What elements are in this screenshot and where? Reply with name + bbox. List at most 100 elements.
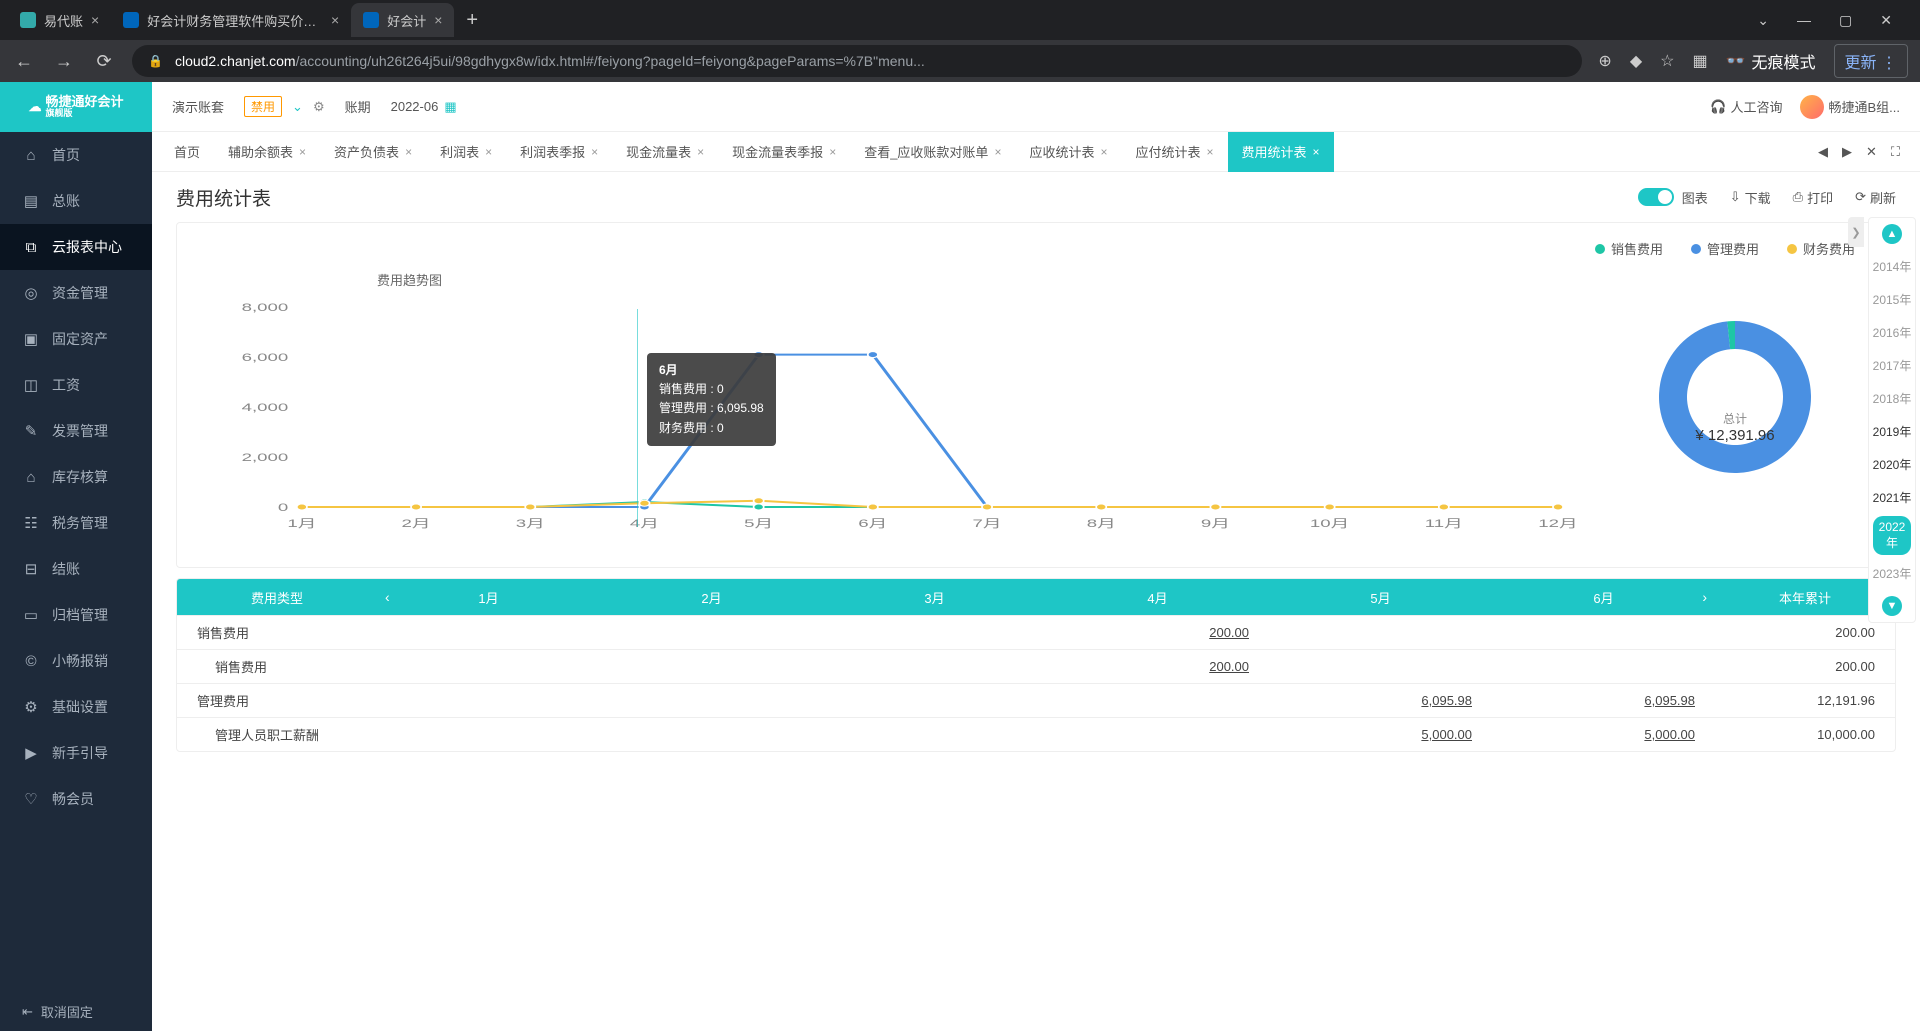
disable-tag[interactable]: 禁用	[244, 96, 282, 117]
year-option[interactable]: 2014年	[1869, 250, 1915, 283]
reload-button[interactable]: ⟳	[92, 51, 116, 72]
year-option[interactable]: 2015年	[1869, 283, 1915, 316]
close-window-button[interactable]: ✕	[1880, 12, 1892, 29]
account-name[interactable]: 演示账套	[172, 97, 224, 116]
sidebar-item-12[interactable]: ⚙基础设置	[0, 684, 152, 730]
close-icon[interactable]: ×	[299, 145, 306, 159]
close-icon[interactable]: ×	[829, 145, 836, 159]
cell-value[interactable]: 5,000.00	[1269, 727, 1492, 742]
close-icon[interactable]: ×	[591, 145, 598, 159]
period-value[interactable]: 2022-06 ▦	[391, 99, 457, 115]
consult-link[interactable]: 🎧 人工咨询	[1710, 97, 1782, 116]
year-option[interactable]: 2023年	[1869, 557, 1915, 590]
forward-button[interactable]: →	[52, 51, 76, 72]
minimize-button[interactable]: —	[1797, 12, 1811, 29]
new-tab-button[interactable]: +	[454, 9, 490, 32]
zoom-icon[interactable]: ⊕	[1598, 51, 1611, 71]
maximize-button[interactable]: ▢	[1839, 12, 1852, 29]
address-bar[interactable]: 🔒 cloud2.chanjet.com/accounting/uh26t264…	[132, 45, 1582, 77]
browser-tab-2[interactable]: 好会计 ×	[351, 3, 454, 37]
cell-value[interactable]: 200.00	[1046, 625, 1269, 640]
year-option[interactable]: 2021年	[1869, 481, 1915, 514]
sidebar-item-1[interactable]: ▤总账	[0, 178, 152, 224]
unpin-button[interactable]: ⇤ 取消固定	[0, 992, 152, 1031]
close-icon[interactable]: ×	[994, 145, 1001, 159]
content-tab-1[interactable]: 辅助余额表×	[214, 132, 320, 172]
close-icon[interactable]: ×	[405, 145, 412, 159]
close-all-tabs-button[interactable]: ✕	[1866, 144, 1877, 160]
content-tab-5[interactable]: 现金流量表×	[612, 132, 718, 172]
year-option[interactable]: 2017年	[1869, 349, 1915, 382]
sidebar-item-0[interactable]: ⌂首页	[0, 132, 152, 178]
user-menu[interactable]: 畅捷通B组...	[1800, 95, 1900, 119]
year-option[interactable]: 2020年	[1869, 448, 1915, 481]
close-icon[interactable]: ×	[485, 145, 492, 159]
browser-tab-1[interactable]: 好会计财务管理软件购买价格及… ×	[111, 3, 351, 37]
download-button[interactable]: ⇩下载	[1730, 188, 1771, 207]
sidebar-item-3[interactable]: ◎资金管理	[0, 270, 152, 316]
app-logo[interactable]: ☁ 畅捷通好会计 旗舰版	[0, 82, 152, 132]
fullscreen-button[interactable]: ⛶	[1891, 144, 1900, 160]
year-down-button[interactable]: ▼	[1882, 596, 1902, 616]
legend-item-sales[interactable]: 销售费用	[1595, 239, 1663, 258]
year-option[interactable]: 2019年	[1869, 415, 1915, 448]
cell-value[interactable]: 6,095.98	[1492, 693, 1715, 708]
tab-next-button[interactable]: ▶	[1842, 144, 1852, 160]
table-next-button[interactable]: ›	[1694, 589, 1715, 605]
bookmark-icon[interactable]: ☆	[1660, 51, 1674, 71]
collapse-handle[interactable]: ❯	[1848, 217, 1864, 247]
line-chart[interactable]: 02,0004,0006,0008,0001月2月3月4月5月6月7月8月9月1…	[217, 297, 1575, 557]
cell-value[interactable]: 200.00	[1046, 659, 1269, 674]
sidebar-item-11[interactable]: ©小畅报销	[0, 638, 152, 684]
content-tab-4[interactable]: 利润表季报×	[506, 132, 612, 172]
content-tab-0[interactable]: 首页	[160, 132, 214, 172]
table-prev-button[interactable]: ‹	[377, 589, 398, 605]
close-icon[interactable]: ×	[1100, 145, 1107, 159]
content-tab-7[interactable]: 查看_应收账款对账单×	[850, 132, 1015, 172]
year-option[interactable]: 2016年	[1869, 316, 1915, 349]
sidebar-item-7[interactable]: ⌂库存核算	[0, 454, 152, 500]
close-icon[interactable]: ×	[434, 12, 442, 28]
chart-toggle[interactable]	[1638, 188, 1674, 206]
year-up-button[interactable]: ▲	[1882, 224, 1902, 244]
browser-tab-0[interactable]: 易代账 ×	[8, 3, 111, 37]
sidebar-item-2[interactable]: ⧉云报表中心	[0, 224, 152, 270]
sidebar-item-4[interactable]: ▣固定资产	[0, 316, 152, 362]
tab-dropdown-icon[interactable]: ⌄	[1757, 12, 1769, 29]
print-button[interactable]: ⎙打印	[1793, 188, 1833, 207]
content-tab-3[interactable]: 利润表×	[426, 132, 506, 172]
sidebar-item-8[interactable]: ☷税务管理	[0, 500, 152, 546]
gear-icon[interactable]: ⚙	[313, 99, 325, 115]
legend-item-admin[interactable]: 管理费用	[1691, 239, 1759, 258]
sidebar-label: 新手引导	[52, 743, 108, 763]
close-icon[interactable]: ×	[91, 12, 99, 28]
sidebar-item-6[interactable]: ✎发票管理	[0, 408, 152, 454]
content-tab-9[interactable]: 应付统计表×	[1121, 132, 1227, 172]
legend-item-finance[interactable]: 财务费用	[1787, 239, 1855, 258]
puzzle-icon[interactable]: ▦	[1692, 51, 1707, 71]
sidebar-item-14[interactable]: ♡畅会员	[0, 776, 152, 822]
content-tab-8[interactable]: 应收统计表×	[1015, 132, 1121, 172]
sidebar-item-10[interactable]: ▭归档管理	[0, 592, 152, 638]
back-button[interactable]: ←	[12, 51, 36, 72]
close-icon[interactable]: ×	[331, 12, 339, 28]
close-icon[interactable]: ×	[697, 145, 704, 159]
sidebar-item-9[interactable]: ⊟结账	[0, 546, 152, 592]
update-button[interactable]: 更新 ⋮	[1834, 44, 1908, 78]
close-icon[interactable]: ×	[1207, 145, 1214, 159]
dropdown-icon[interactable]: ⌄	[292, 99, 303, 115]
content-tab-10[interactable]: 费用统计表×	[1228, 132, 1334, 172]
tab-prev-button[interactable]: ◀	[1818, 144, 1828, 160]
sidebar-item-5[interactable]: ◫工资	[0, 362, 152, 408]
sidebar-item-13[interactable]: ▶新手引导	[0, 730, 152, 776]
cell-value[interactable]: 6,095.98	[1269, 693, 1492, 708]
extension-icon[interactable]: ◆	[1630, 51, 1642, 71]
close-icon[interactable]: ×	[1313, 145, 1320, 159]
refresh-button[interactable]: ⟳刷新	[1855, 188, 1896, 207]
donut-chart[interactable]: 总计 ¥ 12,391.96	[1615, 297, 1855, 557]
year-option[interactable]: 2018年	[1869, 382, 1915, 415]
year-option[interactable]: 2022年	[1873, 516, 1911, 555]
cell-value[interactable]: 5,000.00	[1492, 727, 1715, 742]
content-tab-2[interactable]: 资产负债表×	[320, 132, 426, 172]
content-tab-6[interactable]: 现金流量表季报×	[718, 132, 850, 172]
